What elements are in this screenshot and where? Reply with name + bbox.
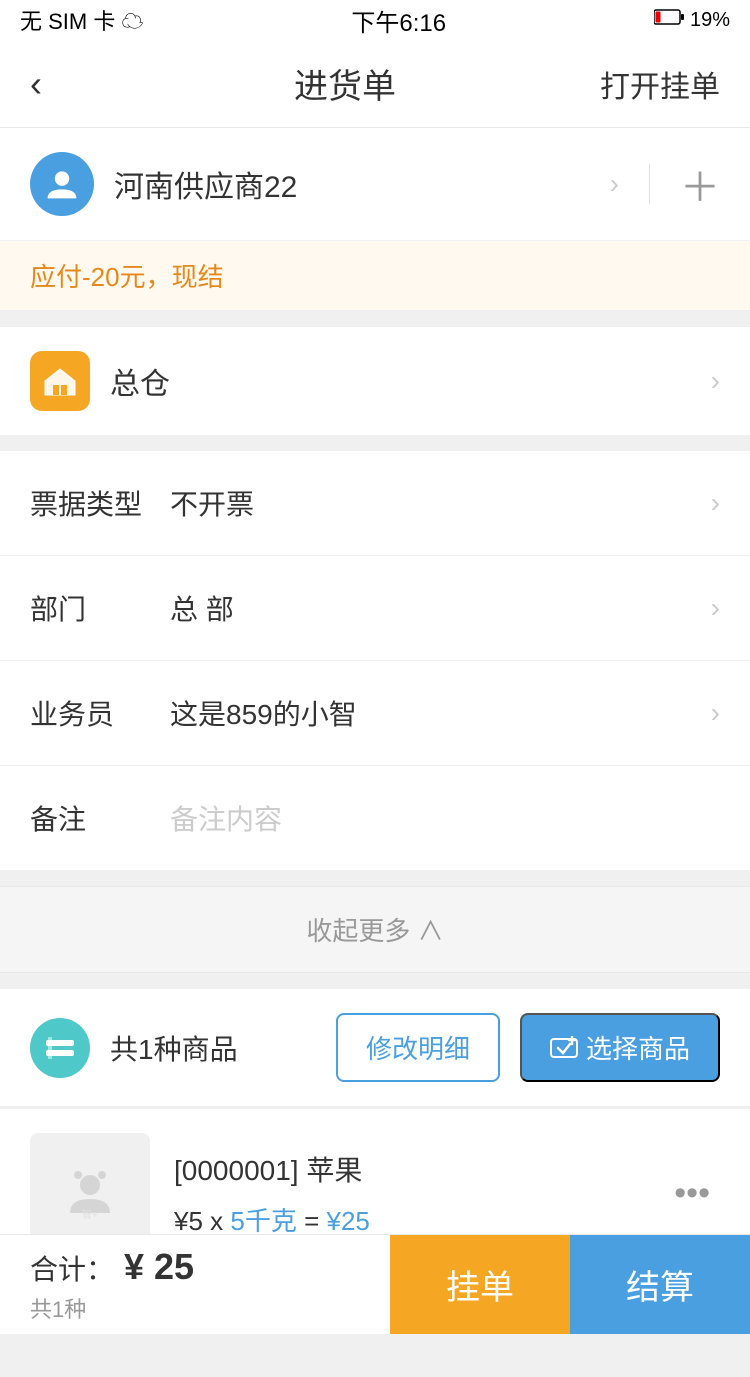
invoice-row[interactable]: 票据类型 不开票 › (0, 451, 750, 556)
total-amount: ¥ 25 (124, 1246, 194, 1288)
select-product-button[interactable]: 选择商品 (520, 1013, 720, 1082)
product-price-row: ¥5 x 5千克 = ¥25 (174, 1201, 664, 1238)
supplier-row[interactable]: 河南供应商22 › ＋ (0, 128, 750, 241)
unit-price: ¥5 (174, 1206, 203, 1236)
dept-chevron-icon: › (711, 592, 720, 624)
warehouse-chevron-icon: › (711, 365, 720, 397)
dept-value: 总 部 (150, 588, 711, 628)
content: 河南供应商22 › ＋ 应付-20元，现结 总仓 › 票据类型 (0, 128, 750, 1377)
sales-row[interactable]: 业务员 这是859的小智 › (0, 661, 750, 766)
warehouse-card[interactable]: 总仓 › (0, 327, 750, 435)
nav-bar: ‹ 进货单 打开挂单 (0, 40, 750, 128)
products-icon (30, 1018, 90, 1078)
sales-value: 这是859的小智 (150, 693, 711, 733)
back-button[interactable]: ‹ (30, 63, 90, 105)
product-info: [0000001] 苹果 ¥5 x 5千克 = ¥25 (174, 1149, 664, 1238)
invoice-value: 不开票 (150, 483, 711, 523)
sales-chevron-icon: › (711, 697, 720, 729)
form-card: 票据类型 不开票 › 部门 总 部 › 业务员 这是859的小智 › 备注 备注… (0, 451, 750, 870)
supplier-name: 河南供应商22 (114, 162, 610, 206)
product-code: [0000001] (174, 1155, 299, 1186)
note-input[interactable]: 备注内容 (150, 798, 720, 838)
note-label: 备注 (30, 798, 150, 838)
product-name: [0000001] 苹果 (174, 1149, 664, 1189)
warehouse-icon (30, 351, 90, 411)
invoice-chevron-icon: › (711, 487, 720, 519)
select-product-label: 选择商品 (586, 1029, 690, 1066)
dept-row[interactable]: 部门 总 部 › (0, 556, 750, 661)
invoice-label: 票据类型 (30, 483, 150, 523)
note-row[interactable]: 备注 备注内容 (0, 766, 750, 870)
warehouse-name: 总仓 (110, 359, 711, 403)
warning-banner: 应付-20元，现结 (0, 241, 750, 311)
status-right: 19% (654, 8, 730, 32)
product-title: 苹果 (306, 1155, 362, 1186)
supplier-card: 河南供应商22 › ＋ 应付-20元，现结 (0, 128, 750, 311)
collapse-row[interactable]: 收起更多 ∧ (0, 886, 750, 973)
svg-text:智+: 智+ (82, 1208, 98, 1221)
quantity: 5千克 (230, 1206, 296, 1236)
hang-button[interactable]: 挂单 (390, 1235, 570, 1334)
open-pending-button[interactable]: 打开挂单 (600, 62, 720, 106)
section-spacer (0, 973, 750, 989)
supplier-avatar (30, 152, 94, 216)
edit-detail-button[interactable]: 修改明细 (336, 1013, 500, 1082)
checkout-button[interactable]: 结算 (570, 1235, 750, 1334)
chevron-icon: › (610, 168, 619, 200)
sim-status: 无 SIM 卡 ☁ (20, 4, 143, 36)
bottom-bar: 合计： ¥ 25 共1种 挂单 结算 (0, 1234, 750, 1334)
battery-percent: 19% (690, 9, 730, 32)
total-sub: 共1种 (30, 1292, 194, 1324)
subtotal: ¥25 (327, 1206, 370, 1236)
status-bar: 无 SIM 卡 ☁ 下午6:16 19% (0, 0, 750, 40)
add-supplier-button[interactable]: ＋ (680, 155, 720, 213)
status-left: 无 SIM 卡 ☁ (20, 4, 143, 36)
page-title: 进货单 (294, 59, 396, 108)
times-symbol: x (210, 1206, 230, 1236)
battery-icon (654, 8, 684, 32)
dept-label: 部门 (30, 588, 150, 628)
total-section: 合计： ¥ 25 共1种 (0, 1235, 390, 1334)
total-label: 合计： (30, 1248, 114, 1288)
sales-label: 业务员 (30, 693, 150, 733)
product-more-button[interactable]: ••• (664, 1164, 720, 1223)
warehouse-row[interactable]: 总仓 › (0, 327, 750, 435)
supplier-right: › ＋ (610, 155, 720, 213)
divider (649, 164, 650, 204)
products-header: 共1种商品 修改明细 选择商品 (0, 989, 750, 1107)
status-time: 下午6:16 (351, 3, 446, 38)
equals-symbol: = (304, 1206, 326, 1236)
products-count: 共1种商品 (110, 1028, 316, 1068)
